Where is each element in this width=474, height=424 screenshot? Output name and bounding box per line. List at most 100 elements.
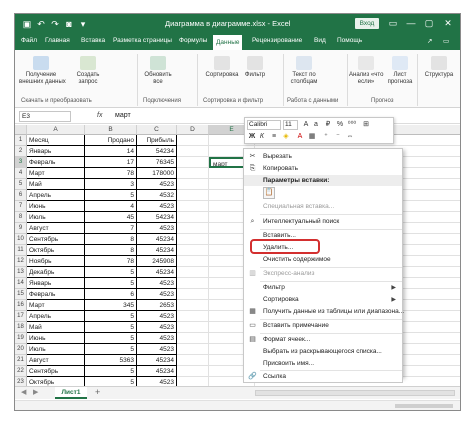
bold-icon[interactable]: Ж	[247, 132, 257, 142]
tab-page-layout[interactable]: Разметка страницы	[113, 37, 172, 44]
table-cell[interactable]: Июнь	[27, 201, 85, 212]
table-cell[interactable]: 45234	[137, 366, 177, 377]
table-cell[interactable]: 5	[85, 344, 137, 355]
menu-item-paste-special[interactable]: Специальная вставка...	[244, 201, 402, 213]
row-header[interactable]: 18	[15, 322, 27, 333]
row-header[interactable]: 20	[15, 344, 27, 355]
table-cell[interactable]: 4523	[137, 179, 177, 190]
mini-size-select[interactable]: 11	[283, 120, 298, 130]
maximize-button[interactable]: ▢	[423, 17, 435, 30]
menu-item-quick-analysis[interactable]: ▥ Экспресс-анализ	[244, 268, 402, 280]
row-header[interactable]: 8	[15, 212, 27, 223]
table-cell[interactable]: 178000	[137, 168, 177, 179]
table-cell[interactable]: 45234	[137, 267, 177, 278]
table-cell[interactable]: Март	[27, 300, 85, 311]
paste-option-button[interactable]: 📋	[263, 187, 275, 199]
column-header-c[interactable]: C	[137, 125, 177, 135]
menu-item-smart-lookup[interactable]: ⌕ Интеллектуальный поиск	[244, 216, 402, 228]
row-header[interactable]: 1	[15, 135, 27, 146]
row-header[interactable]: 12	[15, 256, 27, 267]
table-cell[interactable]	[177, 267, 209, 278]
table-cell[interactable]: Январь	[27, 278, 85, 289]
tab-insert[interactable]: Вставка	[81, 37, 105, 44]
camera-icon[interactable]: ◙	[63, 18, 75, 30]
row-header[interactable]: 6	[15, 190, 27, 201]
table-cell[interactable]: 4523	[137, 311, 177, 322]
table-cell[interactable]: Май	[27, 179, 85, 190]
table-cell[interactable]: Август	[27, 355, 85, 366]
shrink-font-icon[interactable]: a	[311, 120, 321, 130]
row-header[interactable]: 9	[15, 223, 27, 234]
table-cell[interactable]: Апрель	[27, 311, 85, 322]
sheet-next-icon[interactable]: ▶	[33, 388, 38, 396]
row-header[interactable]: 17	[15, 311, 27, 322]
align-icon[interactable]: ≡	[269, 132, 279, 142]
row-header[interactable]: 22	[15, 366, 27, 377]
table-cell[interactable]: Март	[27, 168, 85, 179]
format-painter-icon[interactable]: ⊞	[361, 120, 371, 130]
ribbon-options-icon[interactable]: ▭	[387, 17, 399, 30]
table-cell[interactable]: 78	[85, 168, 137, 179]
table-cell[interactable]: 45234	[137, 355, 177, 366]
table-cell[interactable]: Май	[27, 322, 85, 333]
menu-item-cut[interactable]: ✂ Вырезать	[244, 151, 402, 163]
sheet-prev-icon[interactable]: ◀	[21, 388, 26, 396]
table-cell[interactable]: 4523	[137, 333, 177, 344]
filter-button[interactable]: Фильтр	[243, 56, 267, 79]
table-cell[interactable]: Месяц	[27, 135, 85, 146]
table-cell[interactable]: 76345	[137, 157, 177, 168]
table-cell[interactable]: Прибыль	[137, 135, 177, 146]
table-cell[interactable]: 14	[85, 146, 137, 157]
tab-home[interactable]: Главная	[45, 37, 70, 44]
menu-item-copy[interactable]: ⎘ Копировать	[244, 163, 402, 175]
table-cell[interactable]	[177, 146, 209, 157]
menu-item-sort[interactable]: Сортировка ▶	[244, 294, 402, 306]
table-cell[interactable]: Апрель	[27, 190, 85, 201]
table-cell[interactable]	[177, 289, 209, 300]
table-cell[interactable]: Продано	[85, 135, 137, 146]
table-cell[interactable]: Август	[27, 223, 85, 234]
row-header[interactable]: 16	[15, 300, 27, 311]
undo-icon[interactable]: ↶	[35, 18, 47, 30]
tab-view[interactable]: Вид	[314, 37, 326, 44]
table-cell[interactable]: Сентябрь	[27, 234, 85, 245]
table-cell[interactable]: 5	[85, 190, 137, 201]
zoom-slider[interactable]	[395, 404, 453, 408]
table-cell[interactable]: 5	[85, 267, 137, 278]
fx-icon[interactable]: fx	[97, 112, 102, 119]
what-if-button[interactable]: Анализ «что если»	[349, 56, 383, 86]
merge-icon[interactable]: ⇔	[345, 132, 355, 142]
name-box[interactable]: E3	[19, 111, 71, 122]
row-header[interactable]: 4	[15, 168, 27, 179]
menu-item-define-name[interactable]: Присвоить имя...	[244, 358, 402, 370]
column-header-d[interactable]: D	[177, 125, 209, 135]
table-cell[interactable]: 245908	[137, 256, 177, 267]
table-cell[interactable]: 5	[85, 366, 137, 377]
table-cell[interactable]: Февраль	[27, 289, 85, 300]
table-cell[interactable]: 4523	[137, 289, 177, 300]
add-sheet-button[interactable]: +	[95, 387, 100, 397]
table-cell[interactable]	[177, 322, 209, 333]
table-cell[interactable]	[177, 212, 209, 223]
redo-icon[interactable]: ↷	[49, 18, 61, 30]
tab-review[interactable]: Рецензирование	[252, 37, 302, 44]
text-to-columns-button[interactable]: Текст по столбцам	[289, 56, 319, 86]
table-cell[interactable]: 7	[85, 223, 137, 234]
italic-icon[interactable]: К	[257, 132, 267, 142]
row-header[interactable]: 2	[15, 146, 27, 157]
column-header-a[interactable]: A	[27, 125, 85, 135]
table-cell[interactable]: 4523	[137, 201, 177, 212]
table-cell[interactable]: Февраль	[27, 157, 85, 168]
table-cell[interactable]: Декабрь	[27, 267, 85, 278]
table-cell[interactable]: 4523	[137, 223, 177, 234]
tab-formulas[interactable]: Формулы	[179, 37, 207, 44]
tab-help[interactable]: Помощь	[337, 37, 362, 44]
new-query-button[interactable]: Создать запрос	[73, 56, 103, 86]
row-header[interactable]: 15	[15, 289, 27, 300]
share-button[interactable]: ↗	[427, 36, 432, 48]
menu-item-pick-list[interactable]: Выбрать из раскрывающегося списка...	[244, 346, 402, 358]
column-header-b[interactable]: B	[85, 125, 137, 135]
table-cell[interactable]: 78	[85, 256, 137, 267]
menu-item-insert-comment[interactable]: ▭ Вставить примечание	[244, 320, 402, 332]
row-header[interactable]: 3	[15, 157, 27, 168]
